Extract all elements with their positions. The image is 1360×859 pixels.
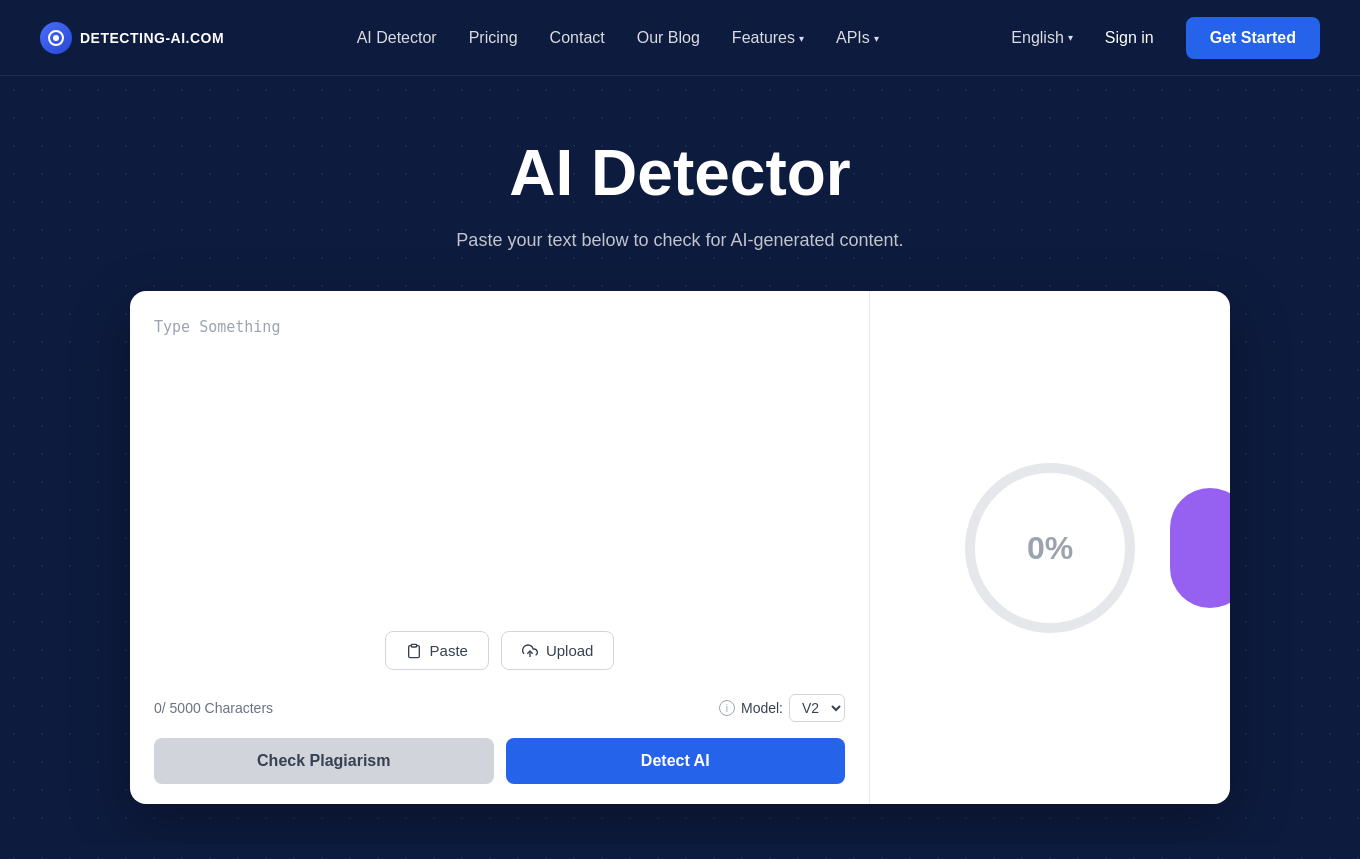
- nav-link-apis[interactable]: APIs ▾: [836, 29, 879, 47]
- model-info-icon[interactable]: i: [719, 700, 735, 716]
- nav-link-features[interactable]: Features ▾: [732, 29, 804, 47]
- navbar: DETECTING-AI.COM AI Detector Pricing Con…: [0, 0, 1360, 76]
- paste-upload-row: Paste Upload: [154, 631, 845, 670]
- nav-link-contact[interactable]: Contact: [550, 29, 605, 47]
- blob-decoration: [1170, 488, 1230, 608]
- results-panel: 0%: [870, 291, 1230, 804]
- logo[interactable]: DETECTING-AI.COM: [40, 22, 224, 54]
- svg-point-1: [53, 35, 59, 41]
- svg-rect-2: [411, 644, 416, 647]
- nav-link-our-blog[interactable]: Our Blog: [637, 29, 700, 47]
- model-label: Model:: [741, 700, 783, 716]
- logo-icon: [40, 22, 72, 54]
- text-input[interactable]: [154, 315, 845, 615]
- model-select[interactable]: V2 V1: [789, 694, 845, 722]
- check-plagiarism-button[interactable]: Check Plagiarism: [154, 738, 494, 784]
- upload-button[interactable]: Upload: [501, 631, 615, 670]
- hero-title: AI Detector: [20, 136, 1340, 210]
- editor-bottom-row: 0/ 5000 Characters i Model: V2 V1: [154, 694, 845, 722]
- nav-link-ai-detector[interactable]: AI Detector: [357, 29, 437, 47]
- model-row: i Model: V2 V1: [719, 694, 845, 722]
- check-detect-row: Check Plagiarism Detect AI: [154, 738, 845, 784]
- apis-chevron-icon: ▾: [874, 33, 879, 44]
- features-chevron-icon: ▾: [799, 33, 804, 44]
- language-chevron-icon: ▾: [1068, 32, 1073, 43]
- nav-link-pricing[interactable]: Pricing: [469, 29, 518, 47]
- sign-in-button[interactable]: Sign in: [1089, 21, 1170, 55]
- paste-icon: [406, 643, 422, 659]
- gauge-circle: 0%: [950, 448, 1150, 648]
- hero-section: AI Detector Paste your text below to che…: [0, 76, 1360, 844]
- hero-subtitle: Paste your text below to check for AI-ge…: [20, 230, 1340, 251]
- get-started-button[interactable]: Get Started: [1186, 17, 1320, 59]
- detect-ai-button[interactable]: Detect AI: [506, 738, 846, 784]
- language-selector[interactable]: English ▾: [1011, 29, 1072, 47]
- upload-icon: [522, 643, 538, 659]
- logo-text: DETECTING-AI.COM: [80, 30, 224, 46]
- editor-panel: Paste Upload 0/ 5000 Characters i Model:: [130, 291, 870, 804]
- nav-right: English ▾ Sign in Get Started: [1011, 17, 1320, 59]
- gauge-value: 0%: [1027, 529, 1073, 566]
- paste-button[interactable]: Paste: [385, 631, 489, 670]
- char-count: 0/ 5000 Characters: [154, 700, 273, 716]
- bottom-section: [0, 844, 1360, 859]
- main-card: Paste Upload 0/ 5000 Characters i Model:: [130, 291, 1230, 804]
- nav-links: AI Detector Pricing Contact Our Blog Fea…: [357, 29, 879, 47]
